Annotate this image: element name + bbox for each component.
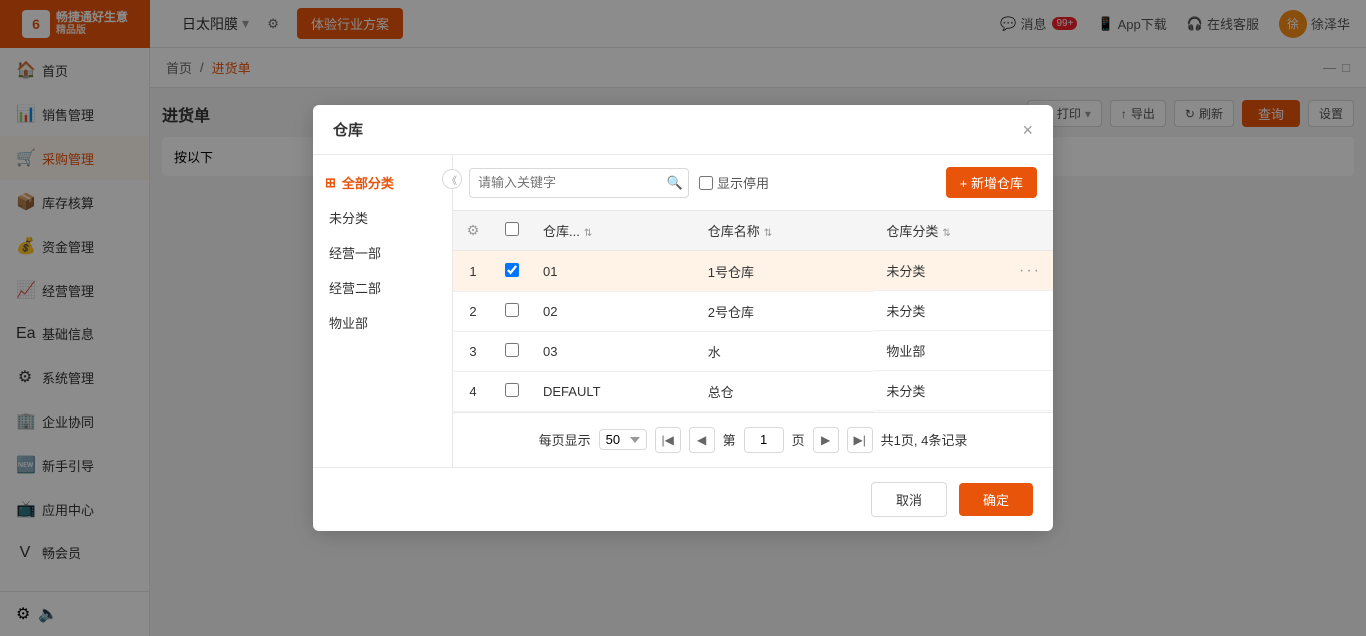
grid-icon: ⊞ [325, 175, 336, 191]
warehouse-table: ⚙ 仓库...⇅ 仓库名称⇅ [453, 211, 1053, 412]
cancel-button[interactable]: 取消 [871, 482, 947, 517]
category-item[interactable]: 经营一部 [313, 235, 452, 270]
next-page-button[interactable]: ▶ [813, 427, 839, 453]
page-summary: 共1页, 4条记录 [881, 430, 968, 449]
modal-close-button[interactable]: × [1022, 121, 1033, 139]
search-input-wrap: 🔍 [469, 168, 689, 198]
row-num: 4 [453, 371, 493, 411]
row-code: 03 [531, 331, 696, 371]
row-name: 水 [696, 331, 875, 371]
category-item[interactable]: 经营二部 [313, 270, 452, 305]
row-checkbox-cell [493, 371, 531, 411]
row-name: 1号仓库 [696, 251, 875, 292]
pagination: 每页显示 50 10 20 100 |◀ ◀ 第 页 ▶ ▶| 共1页, 4条记… [453, 412, 1053, 467]
confirm-button[interactable]: 确定 [959, 483, 1033, 516]
row-checkbox[interactable] [505, 383, 519, 397]
row-category: 物业部 [874, 331, 1053, 371]
row-category: 未分类 [874, 291, 1053, 331]
row-name: 2号仓库 [696, 291, 875, 331]
page-unit: 页 [792, 430, 805, 449]
row-checkbox-cell [493, 291, 531, 331]
sort-name-icon: ⇅ [764, 228, 772, 239]
search-icon[interactable]: 🔍 [667, 175, 683, 191]
category-all-header[interactable]: ⊞ 全部分类 [313, 165, 452, 200]
page-size-select[interactable]: 50 10 20 100 [599, 429, 647, 450]
table-row: 2 02 2号仓库 未分类 [453, 291, 1053, 331]
table-row: 4 DEFAULT 总仓 未分类 [453, 371, 1053, 411]
show-disabled-checkbox[interactable] [699, 176, 713, 190]
content-panel: 🔍 显示停用 + 新增仓库 ⚙ [453, 155, 1053, 467]
row-code: 02 [531, 291, 696, 331]
row-checkbox[interactable] [505, 343, 519, 357]
show-disabled-text: 显示停用 [717, 173, 769, 192]
row-code: DEFAULT [531, 371, 696, 411]
row-checkbox[interactable] [505, 263, 519, 277]
row-num: 3 [453, 331, 493, 371]
warehouse-table-wrap: ⚙ 仓库...⇅ 仓库名称⇅ [453, 211, 1053, 412]
gear-col-icon: ⚙ [467, 222, 480, 238]
row-name: 总仓 [696, 371, 875, 411]
select-all-checkbox[interactable] [505, 222, 519, 236]
modal-title: 仓库 [333, 119, 363, 140]
table-header-row: ⚙ 仓库...⇅ 仓库名称⇅ [453, 211, 1053, 251]
first-page-button[interactable]: |◀ [655, 427, 681, 453]
modal-footer: 取消 确定 [313, 467, 1053, 531]
search-bar: 🔍 显示停用 + 新增仓库 [453, 155, 1053, 211]
row-category: 未分类 ··· [874, 251, 1053, 291]
warehouse-modal: 仓库 × ⊞ 全部分类 《 未分类经营一部经营二部物业部 🔍 [313, 105, 1053, 531]
row-checkbox-cell [493, 251, 531, 292]
th-name: 仓库名称⇅ [696, 211, 875, 251]
row-category: 未分类 [874, 371, 1053, 411]
modal-header: 仓库 × [313, 105, 1053, 155]
category-all-label: 全部分类 [342, 173, 394, 192]
row-more-icon[interactable]: ··· [1019, 262, 1041, 280]
row-num: 2 [453, 291, 493, 331]
row-num: 1 [453, 251, 493, 292]
sort-code-icon: ⇅ [584, 228, 592, 239]
th-code: 仓库...⇅ [531, 211, 696, 251]
table-body: 1 01 1号仓库 未分类 ··· 2 02 2号仓库 未分类 3 [453, 251, 1053, 412]
category-item[interactable]: 物业部 [313, 305, 452, 340]
search-input[interactable] [469, 168, 689, 198]
last-page-button[interactable]: ▶| [847, 427, 873, 453]
prev-page-button[interactable]: ◀ [689, 427, 715, 453]
row-checkbox-cell [493, 331, 531, 371]
page-size-label: 每页显示 [539, 430, 591, 449]
th-gear: ⚙ [453, 211, 493, 251]
category-item[interactable]: 未分类 [313, 200, 452, 235]
page-number-input[interactable] [744, 427, 784, 453]
category-panel: ⊞ 全部分类 《 未分类经营一部经营二部物业部 [313, 155, 453, 467]
sort-category-icon: ⇅ [942, 228, 950, 239]
add-warehouse-button[interactable]: + 新增仓库 [946, 167, 1037, 198]
modal-body: ⊞ 全部分类 《 未分类经营一部经营二部物业部 🔍 显示停用 [313, 155, 1053, 467]
th-category: 仓库分类⇅ [874, 211, 1053, 251]
show-disabled-label[interactable]: 显示停用 [699, 173, 769, 192]
table-row: 3 03 水 物业部 [453, 331, 1053, 371]
row-code: 01 [531, 251, 696, 292]
modal-overlay: 仓库 × ⊞ 全部分类 《 未分类经营一部经营二部物业部 🔍 [0, 0, 1366, 636]
page-label: 第 [723, 430, 736, 449]
row-checkbox[interactable] [505, 303, 519, 317]
category-list: 未分类经营一部经营二部物业部 [313, 200, 452, 340]
th-checkbox [493, 211, 531, 251]
table-row: 1 01 1号仓库 未分类 ··· [453, 251, 1053, 292]
